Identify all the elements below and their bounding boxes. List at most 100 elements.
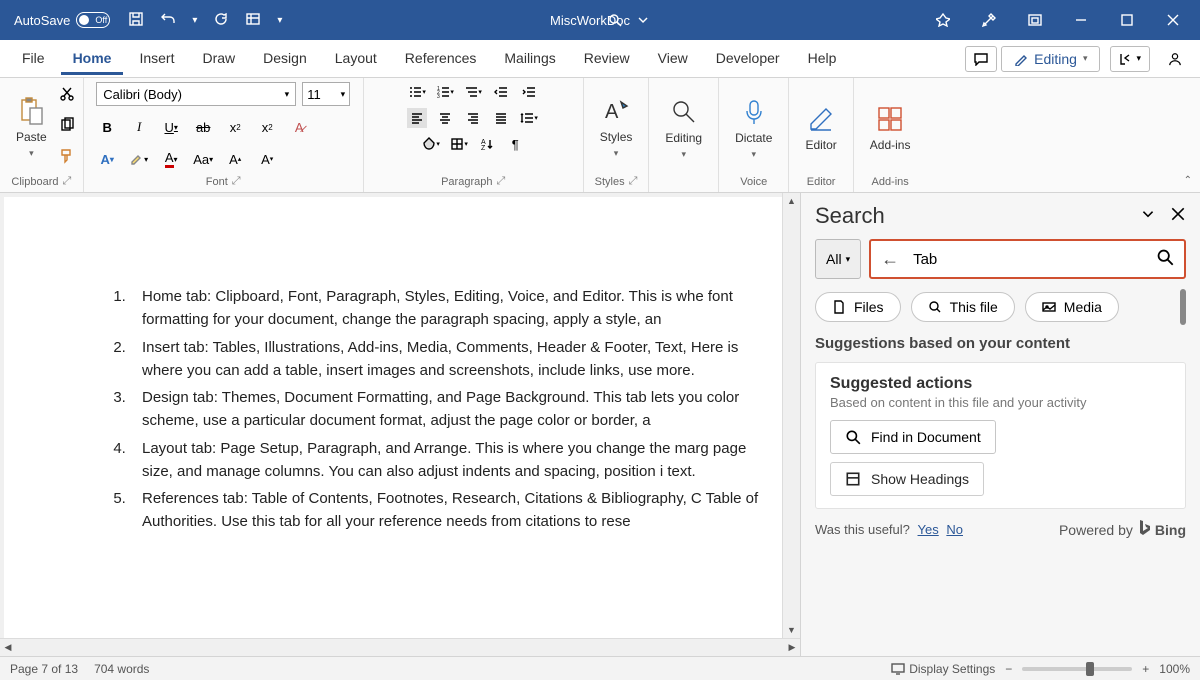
collapse-ribbon-icon[interactable]: ⌃	[1184, 175, 1192, 186]
scroll-down-icon[interactable]: ▼	[783, 622, 800, 638]
font-launcher-icon[interactable]: ⤢	[232, 175, 241, 188]
paragraph-launcher-icon[interactable]: ⤢	[496, 175, 505, 188]
decrease-indent-icon[interactable]	[491, 82, 511, 102]
chip-files[interactable]: Files	[815, 292, 901, 322]
addins-button[interactable]: Add-ins	[862, 100, 919, 156]
align-left-icon[interactable]	[407, 108, 427, 128]
italic-icon[interactable]: I	[128, 116, 150, 138]
search-scope-all[interactable]: All ▾	[815, 239, 861, 279]
maximize-button[interactable]	[1104, 0, 1150, 40]
highlight-icon[interactable]: ▾	[128, 148, 150, 170]
redo-dropdown-icon[interactable]: ▾	[192, 15, 197, 26]
tab-mailings[interactable]: Mailings	[492, 42, 567, 75]
subscript-icon[interactable]: x2	[224, 116, 246, 138]
chip-media[interactable]: Media	[1025, 292, 1119, 322]
scroll-left-icon[interactable]: ◀	[0, 639, 16, 656]
search-input[interactable]	[913, 251, 1142, 268]
shading-icon[interactable]: ▾	[421, 134, 441, 154]
useful-no[interactable]: No	[946, 522, 963, 537]
vertical-scrollbar[interactable]: ▲ ▼	[782, 193, 800, 638]
justify-icon[interactable]	[491, 108, 511, 128]
display-settings[interactable]: Display Settings	[891, 662, 995, 676]
status-page[interactable]: Page 7 of 13	[10, 662, 78, 676]
multilevel-icon[interactable]: ▾	[463, 82, 483, 102]
chevron-down-icon[interactable]	[1140, 206, 1156, 227]
search-back-icon[interactable]: ←	[881, 249, 899, 270]
search-icon[interactable]	[1156, 248, 1174, 271]
action-show-headings[interactable]: Show Headings	[830, 462, 984, 496]
clear-format-icon[interactable]: A̷	[288, 116, 310, 138]
save-icon[interactable]	[128, 11, 144, 30]
scroll-up-icon[interactable]: ▲	[783, 193, 800, 209]
tools-icon[interactable]	[966, 0, 1012, 40]
borders-icon[interactable]: ▾	[449, 134, 469, 154]
minimize-button[interactable]	[1058, 0, 1104, 40]
paste-button[interactable]: Paste ▾	[8, 92, 55, 163]
sort-icon[interactable]: AZ	[477, 134, 497, 154]
tab-insert[interactable]: Insert	[127, 42, 186, 75]
numbering-icon[interactable]: 123▾	[435, 82, 455, 102]
undo-icon[interactable]	[160, 11, 176, 30]
window-mode-icon[interactable]	[1012, 0, 1058, 40]
close-pane-icon[interactable]	[1170, 206, 1186, 227]
align-right-icon[interactable]	[463, 108, 483, 128]
tab-file[interactable]: File	[10, 42, 57, 75]
tab-review[interactable]: Review	[572, 42, 642, 75]
tab-view[interactable]: View	[646, 42, 700, 75]
tab-home[interactable]: Home	[61, 42, 124, 75]
chip-this-file[interactable]: This file	[911, 292, 1015, 322]
shrink-font-icon[interactable]: A▾	[256, 148, 278, 170]
status-words[interactable]: 704 words	[94, 662, 149, 676]
comments-button[interactable]	[965, 46, 997, 72]
bold-icon[interactable]: B	[96, 116, 118, 138]
tab-layout[interactable]: Layout	[323, 42, 389, 75]
editing-button[interactable]: Editing▾	[657, 93, 710, 164]
increase-indent-icon[interactable]	[519, 82, 539, 102]
editing-mode-button[interactable]: Editing ▾	[1001, 46, 1100, 72]
strikethrough-icon[interactable]: ab	[192, 116, 214, 138]
close-button[interactable]	[1150, 0, 1196, 40]
dictate-button[interactable]: Dictate▾	[727, 93, 780, 164]
clipboard-launcher-icon[interactable]: ⤢	[62, 175, 71, 188]
font-family-select[interactable]: Calibri (Body)▾	[96, 82, 296, 106]
cut-icon[interactable]	[59, 86, 75, 107]
document-title[interactable]: MiscWorkDoc	[550, 13, 650, 28]
share-button[interactable]: ▾	[1110, 46, 1150, 72]
font-size-select[interactable]: 11▾	[302, 82, 350, 106]
zoom-in-icon[interactable]: +	[1142, 662, 1149, 676]
change-case-icon[interactable]: Aa ▾	[192, 148, 214, 170]
autosave-toggle[interactable]: AutoSave Off	[14, 12, 110, 28]
underline-icon[interactable]: U ▾	[160, 116, 182, 138]
qat-more-icon[interactable]: ▾	[277, 15, 282, 26]
tab-draw[interactable]: Draw	[190, 42, 247, 75]
font-color-icon[interactable]: A ▾	[160, 148, 182, 170]
superscript-icon[interactable]: x2	[256, 116, 278, 138]
copy-icon[interactable]	[59, 117, 75, 138]
tab-design[interactable]: Design	[251, 42, 319, 75]
document-page[interactable]: Home tab: Clipboard, Font, Paragraph, St…	[4, 197, 782, 638]
pane-scrollbar[interactable]	[1180, 289, 1186, 325]
zoom-out-icon[interactable]: −	[1005, 662, 1012, 676]
useful-yes[interactable]: Yes	[918, 522, 939, 537]
zoom-level[interactable]: 100%	[1159, 662, 1190, 676]
tab-help[interactable]: Help	[796, 42, 849, 75]
zoom-slider[interactable]	[1022, 667, 1132, 671]
scroll-right-icon[interactable]: ▶	[784, 639, 800, 656]
tab-developer[interactable]: Developer	[704, 42, 792, 75]
grow-font-icon[interactable]: A▴	[224, 148, 246, 170]
show-marks-icon[interactable]: ¶	[505, 134, 525, 154]
account-icon[interactable]	[1160, 47, 1190, 71]
align-center-icon[interactable]	[435, 108, 455, 128]
styles-launcher-icon[interactable]: ⤢	[629, 175, 638, 188]
table-nav-icon[interactable]	[245, 11, 261, 30]
line-spacing-icon[interactable]: ▾	[519, 108, 539, 128]
text-effects-icon[interactable]: A ▾	[96, 148, 118, 170]
action-find-in-document[interactable]: Find in Document	[830, 420, 996, 454]
repeat-icon[interactable]	[213, 11, 229, 30]
titlebar-search-icon[interactable]	[608, 13, 622, 27]
format-painter-icon[interactable]	[59, 148, 75, 169]
bullets-icon[interactable]: ▾	[407, 82, 427, 102]
tab-references[interactable]: References	[393, 42, 489, 75]
styles-button[interactable]: A Styles▾	[592, 92, 641, 163]
premium-icon[interactable]	[920, 0, 966, 40]
